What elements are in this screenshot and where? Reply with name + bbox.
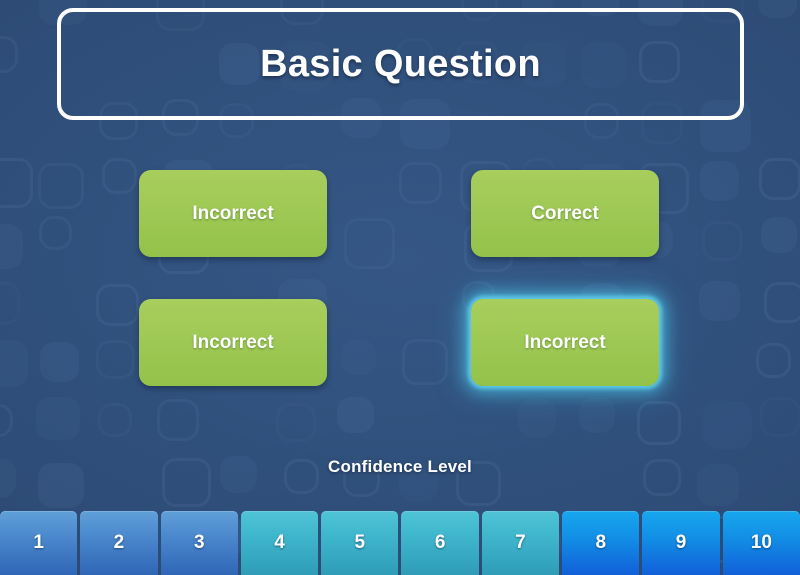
- confidence-button-value: 5: [354, 532, 366, 553]
- rounded-square-tile-icon: [96, 283, 139, 326]
- confidence-button-value: 4: [274, 532, 285, 553]
- confidence-button-8[interactable]: 8: [562, 511, 640, 575]
- rounded-square-tile-icon: [0, 339, 28, 387]
- answer-button-label: Correct: [531, 202, 599, 224]
- rounded-square-tile-icon: [578, 397, 616, 434]
- confidence-level-scale: 1 2 3 4 5 6 7 8 9 10: [0, 511, 800, 575]
- answer-button-bottom-right[interactable]: Incorrect: [471, 299, 659, 386]
- rounded-square-tile-icon: [763, 281, 800, 323]
- rounded-square-tile-icon: [38, 216, 73, 251]
- confidence-button-value: 10: [750, 532, 772, 553]
- confidence-button-9[interactable]: 9: [642, 511, 720, 575]
- confidence-button-value: 9: [675, 532, 687, 553]
- rounded-square-tile-icon: [343, 218, 395, 269]
- confidence-button-7[interactable]: 7: [481, 511, 560, 575]
- rounded-square-tile-icon: [699, 281, 740, 322]
- confidence-button-value: 6: [434, 532, 446, 553]
- rounded-square-tile-icon: [703, 401, 752, 450]
- confidence-button-value: 7: [515, 532, 526, 553]
- rounded-square-tile-icon: [341, 340, 376, 375]
- rounded-square-tile-icon: [401, 339, 448, 386]
- confidence-button-4[interactable]: 4: [240, 511, 319, 575]
- rounded-square-tile-icon: [0, 157, 34, 208]
- rounded-square-tile-icon: [0, 223, 23, 270]
- confidence-button-6[interactable]: 6: [401, 511, 479, 575]
- confidence-button-3[interactable]: 3: [160, 511, 238, 575]
- rounded-square-tile-icon: [101, 158, 138, 194]
- rounded-square-tile-icon: [637, 401, 681, 445]
- rounded-square-tile-icon: [96, 339, 136, 379]
- answer-button-label: Incorrect: [192, 331, 274, 353]
- confidence-button-2[interactable]: 2: [80, 511, 158, 575]
- rounded-square-tile-icon: [399, 161, 442, 205]
- rounded-square-tile-icon: [759, 158, 800, 201]
- rounded-square-tile-icon: [98, 403, 133, 438]
- answer-button-label: Incorrect: [524, 331, 606, 353]
- confidence-button-value: 8: [595, 532, 607, 553]
- rounded-square-tile-icon: [337, 396, 374, 434]
- confidence-button-10[interactable]: 10: [722, 511, 800, 575]
- quiz-screen: Basic Question Incorrect Correct Incorrect…: [0, 0, 800, 575]
- confidence-button-value: 3: [193, 532, 205, 553]
- rounded-square-tile-icon: [702, 220, 742, 261]
- rounded-square-tile-icon: [37, 162, 84, 209]
- question-title-box: Basic Question: [57, 8, 744, 120]
- rounded-square-tile-icon: [0, 403, 13, 437]
- rounded-square-tile-icon: [0, 281, 21, 326]
- rounded-square-tile-icon: [756, 342, 792, 378]
- confidence-level-heading: Confidence Level: [328, 457, 472, 476]
- rounded-square-tile-icon: [518, 399, 556, 437]
- rounded-square-tile-icon: [276, 402, 316, 443]
- answer-button-bottom-left[interactable]: Incorrect: [139, 299, 327, 386]
- rounded-square-tile-icon: [0, 36, 18, 74]
- confidence-button-value: 2: [113, 532, 125, 553]
- rounded-square-tile-icon: [699, 161, 740, 201]
- answer-button-top-right[interactable]: Correct: [471, 170, 659, 257]
- page-title: Basic Question: [260, 42, 541, 85]
- rounded-square-tile-icon: [156, 398, 200, 441]
- rounded-square-tile-icon: [760, 396, 800, 437]
- confidence-button-value: 1: [33, 532, 44, 553]
- answer-button-top-left[interactable]: Incorrect: [139, 170, 327, 257]
- confidence-button-1[interactable]: 1: [0, 511, 78, 575]
- confidence-button-5[interactable]: 5: [321, 511, 399, 575]
- rounded-square-tile-icon: [757, 0, 797, 18]
- rounded-square-tile-icon: [36, 396, 80, 441]
- rounded-square-tile-icon: [39, 342, 80, 382]
- answer-button-label: Incorrect: [192, 202, 274, 224]
- rounded-square-tile-icon: [760, 216, 797, 253]
